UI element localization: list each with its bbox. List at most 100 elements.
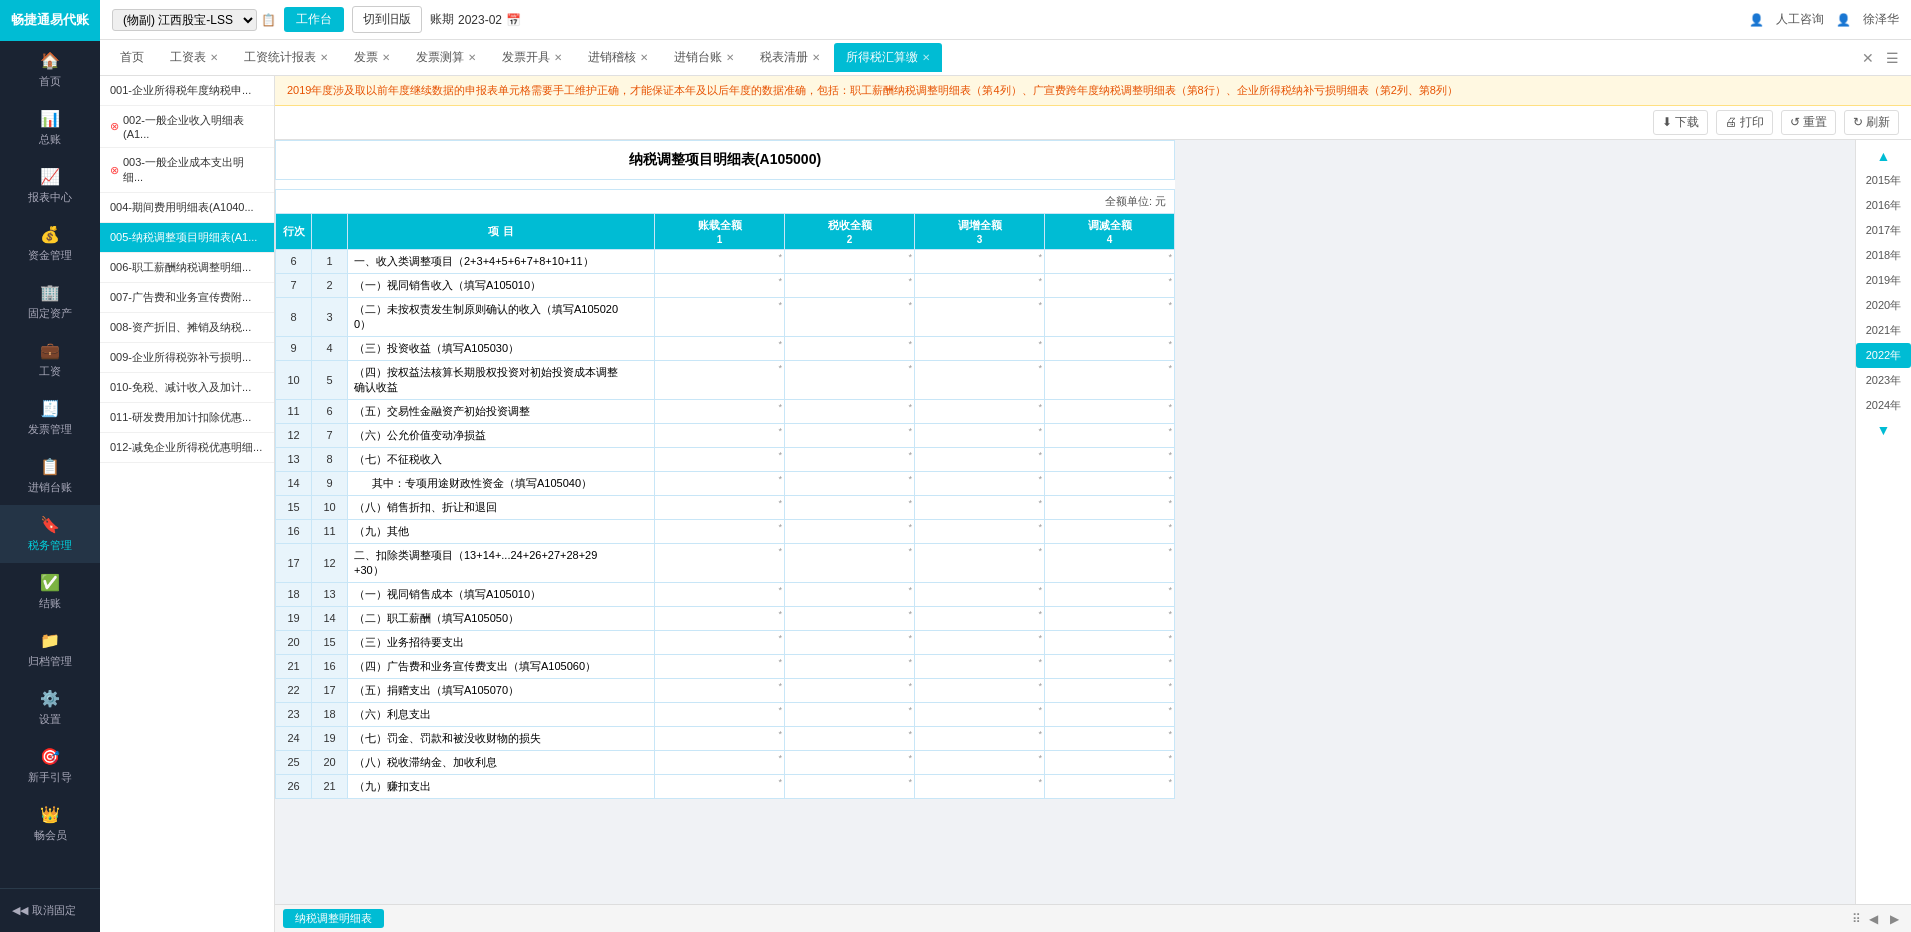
download-button[interactable]: ⬇ 下载	[1653, 110, 1708, 135]
sidebar-item-assets[interactable]: 🏢 固定资产	[0, 273, 100, 331]
sidebar-item-guide[interactable]: 🎯 新手引导	[0, 737, 100, 795]
sidebar-item-payroll[interactable]: 💼 工资	[0, 331, 100, 389]
value-v4[interactable]	[1045, 297, 1175, 336]
scroll-right-arrow[interactable]: ▶	[1886, 910, 1903, 928]
value-v2[interactable]	[785, 519, 915, 543]
tab-purchase-ledger[interactable]: 进销台账 ✕	[662, 43, 746, 72]
value-v4[interactable]	[1045, 678, 1175, 702]
value-v2[interactable]	[785, 630, 915, 654]
value-v2[interactable]	[785, 297, 915, 336]
value-v1[interactable]	[655, 471, 785, 495]
value-v1[interactable]	[655, 606, 785, 630]
unpin-button[interactable]: ◀◀ 取消固定	[4, 897, 96, 924]
scroll-left-arrow[interactable]: ◀	[1865, 910, 1882, 928]
value-v4[interactable]	[1045, 543, 1175, 582]
company-selector[interactable]: (物副) 江西股宝-LSS 📋	[112, 9, 276, 31]
calendar-icon[interactable]: 📅	[506, 13, 521, 27]
tab-payroll[interactable]: 工资表 ✕	[158, 43, 230, 72]
sidebar-item-vip[interactable]: 👑 畅会员	[0, 795, 100, 853]
value-v2[interactable]	[785, 774, 915, 798]
left-panel-item-003[interactable]: ⊗ 003-一般企业成本支出明细...	[100, 148, 274, 193]
value-v1[interactable]	[655, 297, 785, 336]
left-panel-item-007[interactable]: 007-广告费和业务宣传费附...	[100, 283, 274, 313]
value-v3[interactable]	[915, 726, 1045, 750]
user-service-label[interactable]: 人工咨询	[1776, 11, 1824, 28]
value-v1[interactable]	[655, 399, 785, 423]
value-v3[interactable]	[915, 447, 1045, 471]
value-v1[interactable]	[655, 273, 785, 297]
tab-close-purchase-ledger[interactable]: ✕	[726, 52, 734, 63]
tab-home[interactable]: 首页	[108, 43, 156, 72]
refresh-button[interactable]: ↻ 刷新	[1844, 110, 1899, 135]
tab-invoice-issue[interactable]: 发票开具 ✕	[490, 43, 574, 72]
value-v4[interactable]	[1045, 702, 1175, 726]
tab-close-audit[interactable]: ✕	[640, 52, 648, 63]
year-2015[interactable]: 2015年	[1856, 168, 1911, 193]
value-v2[interactable]	[785, 399, 915, 423]
left-panel-item-006[interactable]: 006-职工薪酬纳税调整明细...	[100, 253, 274, 283]
value-v1[interactable]	[655, 774, 785, 798]
tab-payroll-report[interactable]: 工资统计报表 ✕	[232, 43, 340, 72]
value-v3[interactable]	[915, 606, 1045, 630]
value-v3[interactable]	[915, 519, 1045, 543]
sidebar-item-ledger[interactable]: 📋 进销台账	[0, 447, 100, 505]
value-v3[interactable]	[915, 543, 1045, 582]
value-v1[interactable]	[655, 336, 785, 360]
year-down-arrow[interactable]: ▼	[1873, 418, 1895, 442]
reset-button[interactable]: ↺ 重置	[1781, 110, 1836, 135]
value-v2[interactable]	[785, 678, 915, 702]
company-dropdown[interactable]: (物副) 江西股宝-LSS	[112, 9, 257, 31]
year-2023[interactable]: 2023年	[1856, 368, 1911, 393]
value-v2[interactable]	[785, 654, 915, 678]
value-v3[interactable]	[915, 399, 1045, 423]
tab-tax-clear[interactable]: 税表清册 ✕	[748, 43, 832, 72]
value-v4[interactable]	[1045, 654, 1175, 678]
value-v4[interactable]	[1045, 399, 1175, 423]
sidebar-item-finance[interactable]: 💰 资金管理	[0, 215, 100, 273]
value-v2[interactable]	[785, 750, 915, 774]
value-v3[interactable]	[915, 336, 1045, 360]
left-panel-item-010[interactable]: 010-免税、减计收入及加计...	[100, 373, 274, 403]
value-v4[interactable]	[1045, 750, 1175, 774]
value-v4[interactable]	[1045, 606, 1175, 630]
tab-close-invoice-issue[interactable]: ✕	[554, 52, 562, 63]
value-v4[interactable]	[1045, 423, 1175, 447]
value-v3[interactable]	[915, 297, 1045, 336]
value-v1[interactable]	[655, 543, 785, 582]
value-v1[interactable]	[655, 654, 785, 678]
tab-audit[interactable]: 进销稽核 ✕	[576, 43, 660, 72]
value-v3[interactable]	[915, 702, 1045, 726]
value-v1[interactable]	[655, 702, 785, 726]
left-panel-item-009[interactable]: 009-企业所得税弥补亏损明...	[100, 343, 274, 373]
value-v4[interactable]	[1045, 360, 1175, 399]
nav-settings-icon[interactable]: ☰	[1882, 46, 1903, 70]
value-v1[interactable]	[655, 519, 785, 543]
year-2021[interactable]: 2021年	[1856, 318, 1911, 343]
value-v2[interactable]	[785, 495, 915, 519]
workbench-button[interactable]: 工作台	[284, 7, 344, 32]
value-v2[interactable]	[785, 273, 915, 297]
value-v4[interactable]	[1045, 495, 1175, 519]
value-v3[interactable]	[915, 750, 1045, 774]
value-v3[interactable]	[915, 249, 1045, 273]
value-v4[interactable]	[1045, 336, 1175, 360]
year-2019[interactable]: 2019年	[1856, 268, 1911, 293]
value-v2[interactable]	[785, 336, 915, 360]
value-v2[interactable]	[785, 582, 915, 606]
sidebar-item-home[interactable]: 🏠 首页	[0, 41, 100, 99]
value-v2[interactable]	[785, 702, 915, 726]
tab-close-payroll[interactable]: ✕	[210, 52, 218, 63]
left-panel-item-001[interactable]: 001-企业所得税年度纳税申...	[100, 76, 274, 106]
value-v4[interactable]	[1045, 447, 1175, 471]
value-v1[interactable]	[655, 678, 785, 702]
value-v4[interactable]	[1045, 726, 1175, 750]
sidebar-item-reports[interactable]: 📈 报表中心	[0, 157, 100, 215]
value-v4[interactable]	[1045, 519, 1175, 543]
value-v3[interactable]	[915, 423, 1045, 447]
year-up-arrow[interactable]: ▲	[1873, 144, 1895, 168]
value-v2[interactable]	[785, 543, 915, 582]
value-v3[interactable]	[915, 273, 1045, 297]
value-v3[interactable]	[915, 495, 1045, 519]
value-v4[interactable]	[1045, 249, 1175, 273]
value-v4[interactable]	[1045, 630, 1175, 654]
